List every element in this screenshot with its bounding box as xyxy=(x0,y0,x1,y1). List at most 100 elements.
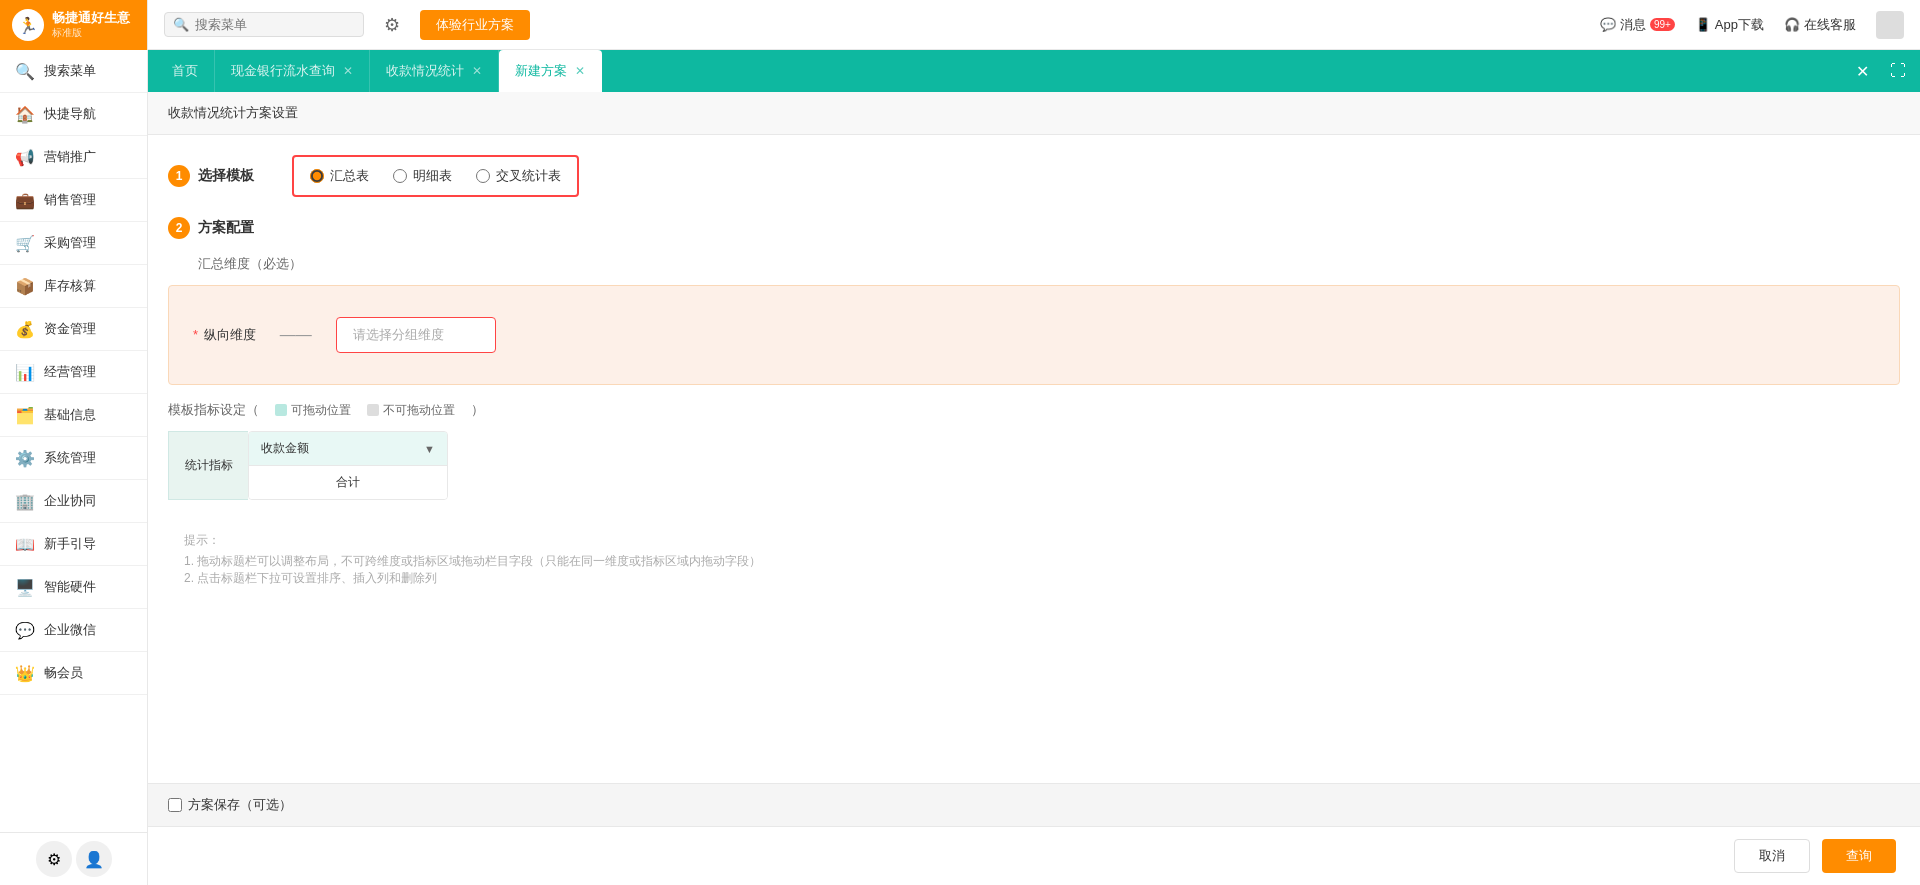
hint-line-2: 2. 点击标题栏下拉可设置排序、插入列和删除列 xyxy=(184,570,1884,587)
sidebar-item-management[interactable]: 📊 经营管理 xyxy=(0,351,147,394)
tab-close-icon[interactable]: ✕ xyxy=(472,64,482,78)
fixed-label: 不可拖动位置 xyxy=(383,402,455,419)
chevron-down-icon: ▼ xyxy=(424,443,435,455)
hint-title: 提示： xyxy=(184,532,1884,549)
sidebar-item-basicinfo[interactable]: 🗂️ 基础信息 xyxy=(0,394,147,437)
sales-icon: 💼 xyxy=(16,191,34,209)
breadcrumb-text: 收款情况统计方案设置 xyxy=(168,105,298,120)
metrics-section-header: 统计指标 xyxy=(168,431,248,500)
radio-summary[interactable]: 汇总表 xyxy=(310,167,369,185)
sidebar-item-label: 库存核算 xyxy=(44,277,96,295)
sidebar-bottom: ⚙ 👤 xyxy=(0,832,147,885)
sidebar-item-label: 智能硬件 xyxy=(44,578,96,596)
sidebar-item-label: 销售管理 xyxy=(44,191,96,209)
sidebar-item-label: 企业协同 xyxy=(44,492,96,510)
weixin-icon: 💬 xyxy=(16,621,34,639)
sidebar-item-system[interactable]: ⚙️ 系统管理 xyxy=(0,437,147,480)
sidebar-item-label: 基础信息 xyxy=(44,406,96,424)
query-button[interactable]: 查询 xyxy=(1822,839,1896,873)
tab-label: 首页 xyxy=(172,62,198,80)
sidebar: 🏃 畅捷通好生意 标准版 🔍 搜索菜单 🏠 快捷导航 📢 营销推广 💼 销售管理… xyxy=(0,0,148,885)
metrics-config-text: 模板指标设定（ xyxy=(168,401,259,419)
sidebar-item-weixin[interactable]: 💬 企业微信 xyxy=(0,609,147,652)
page-body: 1 选择模板 汇总表 明细表 交叉统计表 xyxy=(148,135,1920,783)
search-icon: 🔍 xyxy=(16,62,34,80)
step1-num: 1 xyxy=(168,165,190,187)
cancel-button[interactable]: 取消 xyxy=(1734,839,1810,873)
radio-detail-input[interactable] xyxy=(393,169,407,183)
tab-label: 现金银行流水查询 xyxy=(231,62,335,80)
arrow-icon: —— xyxy=(280,326,312,344)
radio-cross[interactable]: 交叉统计表 xyxy=(476,167,561,185)
sidebar-item-purchase[interactable]: 🛒 采购管理 xyxy=(0,222,147,265)
step1-header: 1 选择模板 汇总表 明细表 交叉统计表 xyxy=(168,155,1900,197)
save-checkbox[interactable] xyxy=(168,798,182,812)
dimension-selector[interactable]: 请选择分组维度 xyxy=(336,317,496,353)
step2-num: 2 xyxy=(168,217,190,239)
sidebar-item-label: 系统管理 xyxy=(44,449,96,467)
tab-receipts[interactable]: 收款情况统计 ✕ xyxy=(370,50,499,92)
logo-badge: 标准版 xyxy=(52,26,130,40)
tab-cashflow[interactable]: 现金银行流水查询 ✕ xyxy=(215,50,370,92)
basicinfo-icon: 🗂️ xyxy=(16,406,34,424)
sidebar-item-quicknav[interactable]: 🏠 快捷导航 xyxy=(0,93,147,136)
inventory-icon: 📦 xyxy=(16,277,34,295)
vertical-dim-label: * 纵向维度 xyxy=(193,326,256,344)
sidebar-settings-btn[interactable]: ⚙ xyxy=(36,841,72,877)
sidebar-item-search[interactable]: 🔍 搜索菜单 xyxy=(0,50,147,93)
radio-cross-input[interactable] xyxy=(476,169,490,183)
radio-summary-input[interactable] xyxy=(310,169,324,183)
tab-close-icon[interactable]: ✕ xyxy=(575,64,585,78)
trial-button[interactable]: 体验行业方案 xyxy=(420,10,530,40)
enterprise-icon: 🏢 xyxy=(16,492,34,510)
sidebar-item-label: 畅会员 xyxy=(44,664,83,682)
draggable-label: 可拖动位置 xyxy=(291,402,351,419)
sidebar-item-label: 搜索菜单 xyxy=(44,62,96,80)
tab-newplan[interactable]: 新建方案 ✕ xyxy=(499,50,602,92)
sidebar-item-guide[interactable]: 📖 新手引导 xyxy=(0,523,147,566)
step1-section: 1 选择模板 汇总表 明细表 交叉统计表 xyxy=(168,155,1900,197)
sidebar-item-marketing[interactable]: 📢 营销推广 xyxy=(0,136,147,179)
template-options: 汇总表 明细表 交叉统计表 xyxy=(292,155,579,197)
tab-home[interactable]: 首页 xyxy=(156,50,215,92)
search-box[interactable]: 🔍 xyxy=(164,12,364,37)
sidebar-item-member[interactable]: 👑 畅会员 xyxy=(0,652,147,695)
hint-area: 提示： 1. 拖动标题栏可以调整布局，不可跨维度或指标区域拖动栏目字段（只能在同… xyxy=(168,520,1900,599)
tab-maximize-icon[interactable]: ⛶ xyxy=(1884,57,1912,85)
sidebar-item-finance[interactable]: 💰 资金管理 xyxy=(0,308,147,351)
metrics-col-header[interactable]: 收款金额 ▼ xyxy=(249,432,447,466)
sidebar-item-enterprise[interactable]: 🏢 企业协同 xyxy=(0,480,147,523)
sidebar-item-label: 新手引导 xyxy=(44,535,96,553)
sidebar-item-hardware[interactable]: 🖥️ 智能硬件 xyxy=(0,566,147,609)
search-input[interactable] xyxy=(195,17,355,32)
service-btn[interactable]: 🎧 在线客服 xyxy=(1784,16,1856,34)
download-btn[interactable]: 📱 App下载 xyxy=(1695,16,1764,34)
topbar-right: 💬 消息 99+ 📱 App下载 🎧 在线客服 xyxy=(1600,11,1904,39)
tab-close-all-icon[interactable]: ✕ xyxy=(1848,57,1876,85)
service-label: 在线客服 xyxy=(1804,16,1856,34)
sidebar-item-label: 快捷导航 xyxy=(44,105,96,123)
message-btn[interactable]: 💬 消息 99+ xyxy=(1600,16,1675,34)
metrics-config-suffix: ） xyxy=(471,401,484,419)
content-area: 收款情况统计方案设置 1 选择模板 汇总表 明细表 xyxy=(148,92,1920,826)
user-avatar[interactable] xyxy=(1876,11,1904,39)
marketing-icon: 📢 xyxy=(16,148,34,166)
metrics-row: 合计 xyxy=(249,466,447,499)
tab-close-icon[interactable]: ✕ xyxy=(343,64,353,78)
step2-header: 2 方案配置 xyxy=(168,217,1900,239)
message-icon: 💬 xyxy=(1600,17,1616,32)
system-icon: ⚙️ xyxy=(16,449,34,467)
save-checkbox-wrap: 方案保存（可选） xyxy=(168,796,292,814)
message-label: 消息 xyxy=(1620,16,1646,34)
sidebar-item-sales[interactable]: 💼 销售管理 xyxy=(0,179,147,222)
sidebar-item-inventory[interactable]: 📦 库存核算 xyxy=(0,265,147,308)
legend-draggable: 可拖动位置 xyxy=(275,402,351,419)
sidebar-item-label: 企业微信 xyxy=(44,621,96,639)
radio-detail[interactable]: 明细表 xyxy=(393,167,452,185)
sidebar-user-btn[interactable]: 👤 xyxy=(76,841,112,877)
finance-icon: 💰 xyxy=(16,320,34,338)
guide-icon: 📖 xyxy=(16,535,34,553)
tab-label: 收款情况统计 xyxy=(386,62,464,80)
settings-icon[interactable]: ⚙ xyxy=(376,9,408,41)
message-badge: 99+ xyxy=(1650,18,1675,31)
